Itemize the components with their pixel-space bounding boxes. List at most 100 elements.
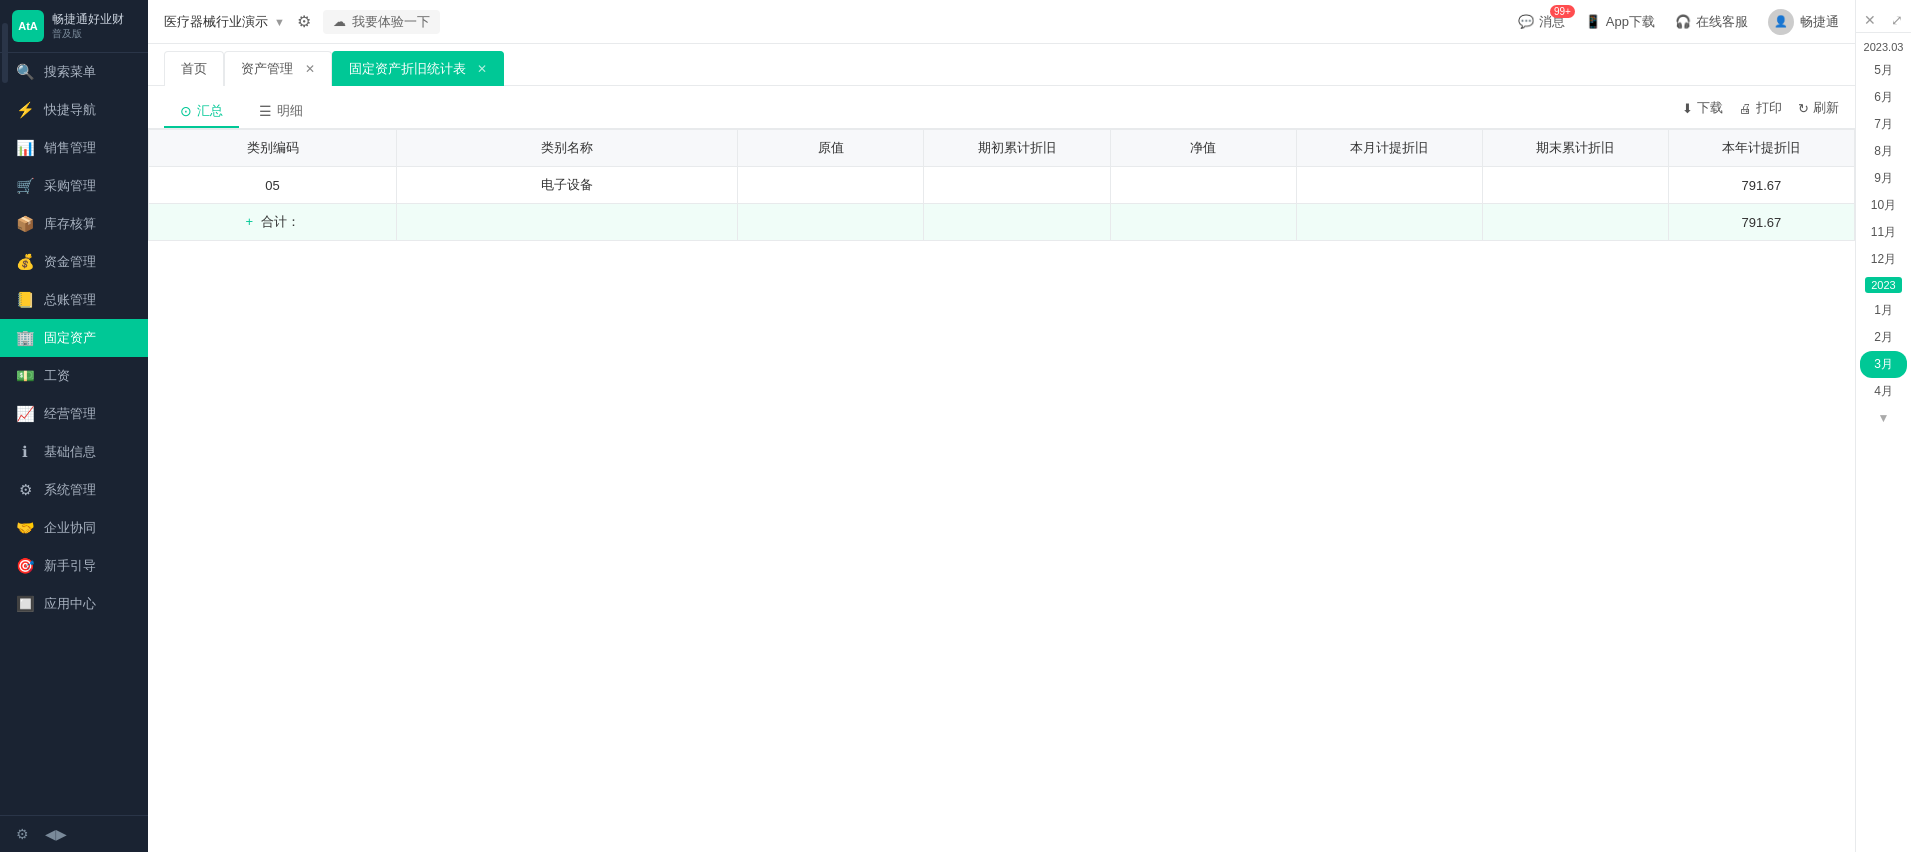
operations-icon: 📈 [16,405,34,423]
tab-close-icon[interactable]: ✕ [477,62,487,76]
tab-label: 资产管理 [241,61,293,76]
refresh-button[interactable]: ↻ 刷新 [1798,99,1839,117]
panel-close-icon[interactable]: ✕ [1864,12,1876,28]
cell-monthly-dep [1296,167,1482,204]
user-profile[interactable]: 👤 畅捷通 [1768,9,1839,35]
sidebar-item-label: 新手引导 [44,557,96,575]
sidebar-item-sales[interactable]: 📊 销售管理 [0,129,148,167]
sales-icon: 📊 [16,139,34,157]
tab-depreciation[interactable]: 固定资产折旧统计表 ✕ [332,51,505,86]
col-header-code: 类别编码 [149,130,397,167]
sidebar-item-quick-nav[interactable]: ⚡ 快捷导航 [0,91,148,129]
company-selector[interactable]: 医疗器械行业演示 ▼ [164,13,285,31]
topbar-settings-icon[interactable]: ⚙ [297,12,311,31]
sidebar-item-label: 系统管理 [44,481,96,499]
sidebar-item-guide[interactable]: 🎯 新手引导 [0,547,148,585]
month-10[interactable]: 10月 [1856,192,1911,219]
online-service-button[interactable]: 🎧 在线客服 [1675,13,1748,31]
refresh-label: 刷新 [1813,99,1839,117]
quick-nav-icon: ⚡ [16,101,34,119]
app-center-icon: 🔲 [16,595,34,613]
app-download-button[interactable]: 📱 App下载 [1585,13,1655,31]
sidebar-item-ledger[interactable]: 📒 总账管理 [0,281,148,319]
month-5[interactable]: 5月 [1856,57,1911,84]
panel-expand-icon[interactable]: ⤢ [1891,12,1903,28]
total-annual-dep: 791.67 [1668,204,1854,241]
topbar-right: 💬 消息 99+ 📱 App下载 🎧 在线客服 👤 畅捷通 [1518,9,1839,35]
expand-icon[interactable]: + [245,214,253,229]
cell-code: 05 [149,167,397,204]
sidebar: AtA 畅捷通好业财 普及版 🔍 搜索菜单 ⚡ 快捷导航 📊 销售管理 🛒 采购… [0,0,148,852]
sub-tab-summary[interactable]: ⊙ 汇总 [164,96,239,128]
col-header-opening-accum: 期初累计折旧 [924,130,1110,167]
month-2[interactable]: 2月 [1856,324,1911,351]
month-3-active[interactable]: 3月 [1860,351,1907,378]
cloud-icon: ☁ [333,14,346,29]
month-6[interactable]: 6月 [1856,84,1911,111]
cell-opening-accum [924,167,1110,204]
tabs-bar: 首页 资产管理 ✕ 固定资产折旧统计表 ✕ [148,44,1855,86]
col-header-original: 原值 [738,130,924,167]
sidebar-item-label: 快捷导航 [44,101,96,119]
total-net-value [1110,204,1296,241]
purchase-icon: 🛒 [16,177,34,195]
sidebar-item-inventory[interactable]: 📦 库存核算 [0,205,148,243]
service-icon: 🎧 [1675,14,1691,29]
finance-icon: 💰 [16,253,34,271]
sub-tab-detail[interactable]: ☰ 明细 [243,96,319,128]
month-1[interactable]: 1月 [1856,297,1911,324]
app-logo-icon: AtA [12,10,44,42]
collapse-icon[interactable]: ◀▶ [45,826,67,842]
cell-name: 电子设备 [397,167,738,204]
sidebar-item-operations[interactable]: 📈 经营管理 [0,395,148,433]
cell-closing-accum [1482,167,1668,204]
sidebar-item-enterprise[interactable]: 🤝 企业协同 [0,509,148,547]
sidebar-item-search[interactable]: 🔍 搜索菜单 [0,53,148,91]
topbar: 医疗器械行业演示 ▼ ⚙ ☁ 我要体验一下 💬 消息 99+ 📱 App下载 🎧… [148,0,1855,44]
sidebar-item-basic-info[interactable]: ℹ 基础信息 [0,433,148,471]
sidebar-item-label: 总账管理 [44,291,96,309]
settings-bottom-icon[interactable]: ⚙ [16,826,29,842]
tab-asset-mgmt[interactable]: 资产管理 ✕ [224,51,332,86]
sidebar-item-label: 基础信息 [44,443,96,461]
sidebar-item-system[interactable]: ⚙ 系统管理 [0,471,148,509]
sidebar-item-purchase[interactable]: 🛒 采购管理 [0,167,148,205]
detail-icon: ☰ [259,103,272,119]
sidebar-bottom: ⚙ ◀▶ [0,815,148,852]
search-icon: 🔍 [16,63,34,81]
sidebar-item-fixed-assets[interactable]: 🏢 固定资产 [0,319,148,357]
main-content: 医疗器械行业演示 ▼ ⚙ ☁ 我要体验一下 💬 消息 99+ 📱 App下载 🎧… [148,0,1855,852]
print-icon: 🖨 [1739,101,1752,116]
enterprise-icon: 🤝 [16,519,34,537]
sidebar-item-finance[interactable]: 💰 资金管理 [0,243,148,281]
basic-info-icon: ℹ [16,443,34,461]
month-8[interactable]: 8月 [1856,138,1911,165]
col-header-annual-dep: 本年计提折旧 [1668,130,1854,167]
tab-home[interactable]: 首页 [164,51,224,86]
sidebar-logo: AtA 畅捷通好业财 普及版 [0,0,148,53]
print-button[interactable]: 🖨 打印 [1739,99,1782,117]
user-avatar: 👤 [1768,9,1794,35]
table-total-row: + 合计： 791.67 [149,204,1855,241]
month-4[interactable]: 4月 [1856,378,1911,405]
company-chevron-icon: ▼ [274,16,285,28]
month-9[interactable]: 9月 [1856,165,1911,192]
tab-close-icon[interactable]: ✕ [305,62,315,76]
sidebar-item-app-center[interactable]: 🔲 应用中心 [0,585,148,623]
sidebar-item-payroll[interactable]: 💵 工资 [0,357,148,395]
download-button[interactable]: ⬇ 下载 [1682,99,1723,117]
year-tag-2023: 2023 [1865,277,1901,293]
panel-current-date: 2023.03 [1864,37,1904,57]
app-name: 畅捷通好业财 [52,12,124,28]
total-name-cell [397,204,738,241]
system-icon: ⚙ [16,481,34,499]
total-closing-accum [1482,204,1668,241]
sidebar-item-label: 销售管理 [44,139,96,157]
tab-label: 首页 [181,61,207,76]
month-7[interactable]: 7月 [1856,111,1911,138]
try-experience-button[interactable]: ☁ 我要体验一下 [323,10,440,34]
message-button[interactable]: 💬 消息 99+ [1518,13,1565,31]
month-12[interactable]: 12月 [1856,246,1911,273]
panel-scroll-down-icon[interactable]: ▼ [1878,405,1890,431]
month-11[interactable]: 11月 [1856,219,1911,246]
